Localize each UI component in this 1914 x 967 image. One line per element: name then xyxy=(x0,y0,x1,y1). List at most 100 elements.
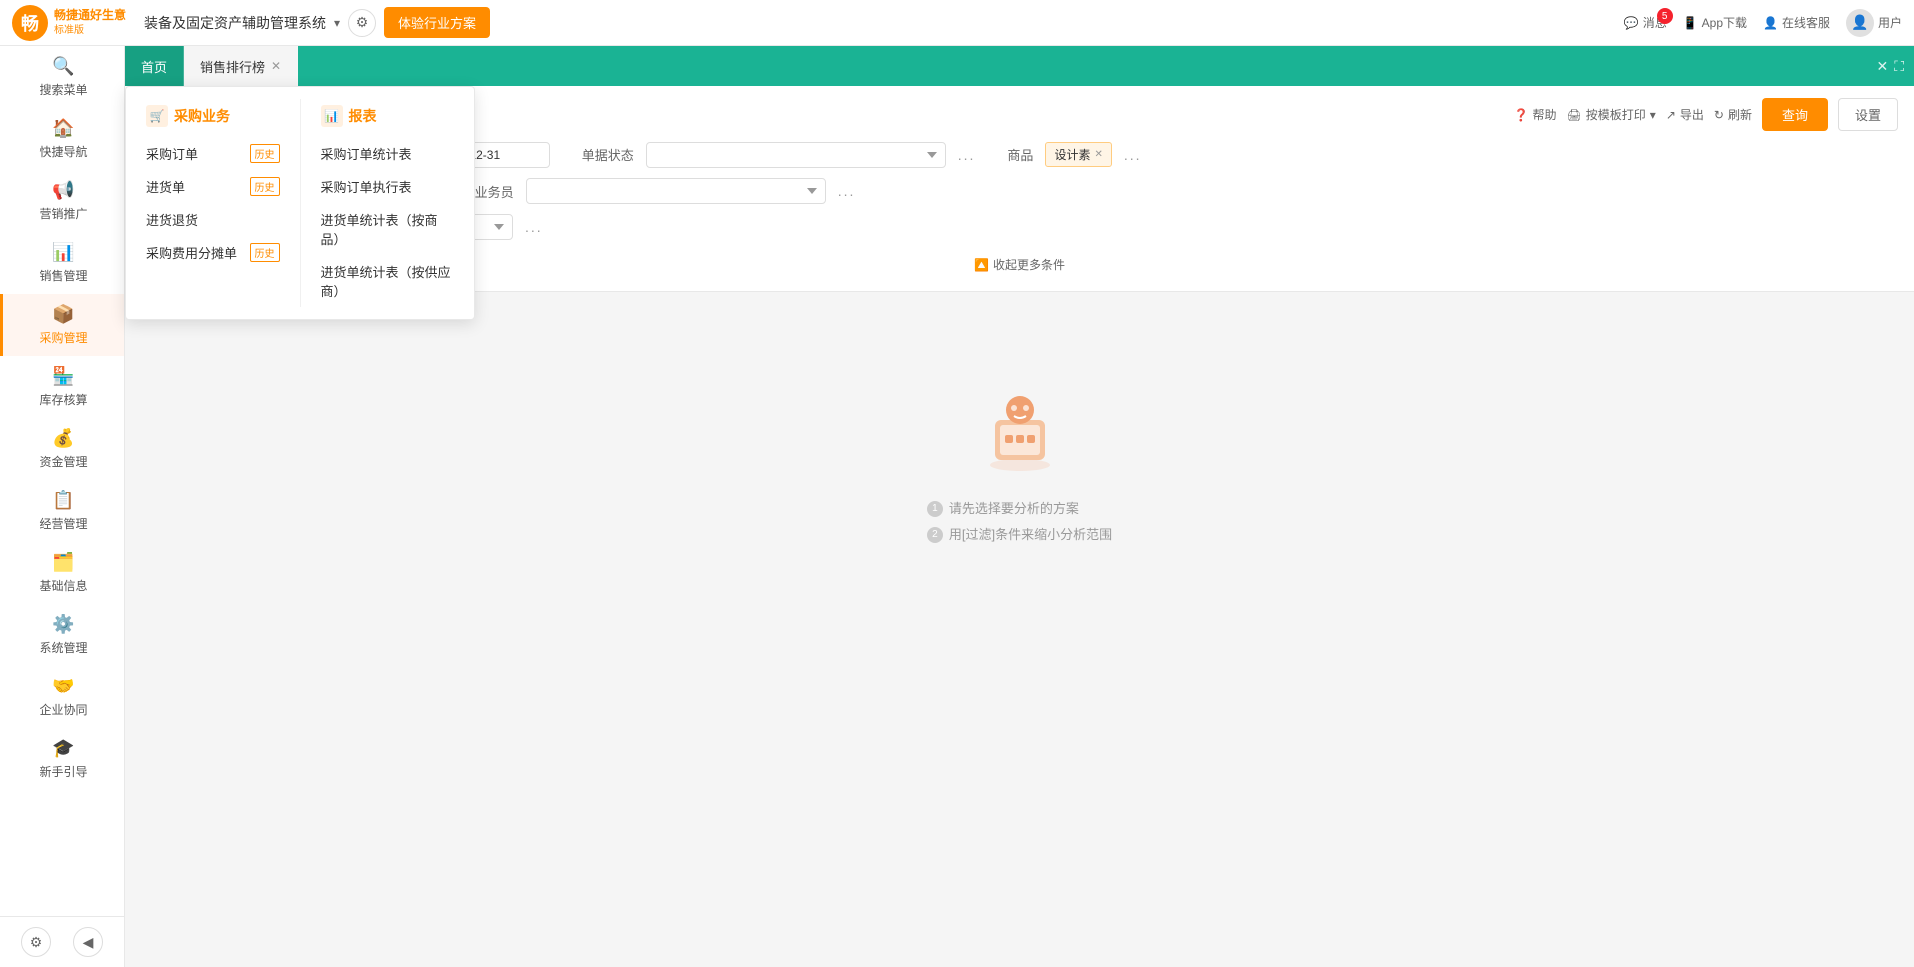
avatar: 👤 xyxy=(1846,9,1874,37)
search-menu-icon: 🔍 xyxy=(52,56,74,77)
sidebar-bottom: ⚙ ◀ xyxy=(0,916,124,967)
dropdown-item-inbound[interactable]: 进货单 历史 xyxy=(138,170,288,203)
tab-close-icon[interactable]: ✕ xyxy=(271,59,281,73)
sidebar-collapse-btn[interactable]: ◀ xyxy=(73,927,103,957)
salesperson-more[interactable]: ... xyxy=(838,183,856,199)
doc-status-more[interactable]: ... xyxy=(958,147,976,163)
dropdown-item-return[interactable]: 进货退货 xyxy=(138,203,288,236)
collapse-label: 收起更多条件 xyxy=(993,256,1065,273)
industry-button[interactable]: 体验行业方案 xyxy=(384,7,490,38)
online-service-action[interactable]: 👤 在线客服 xyxy=(1763,14,1830,31)
toolbar-right: ❓ 帮助 🖨 按模板打印 ▾ ↗ 导出 ↻ xyxy=(1514,98,1898,131)
sidebar-item-marketing[interactable]: 📢 营销推广 xyxy=(0,170,124,232)
service-icon: 👤 xyxy=(1763,16,1778,30)
sidebar-label-sys-mgmt: 系统管理 xyxy=(39,639,87,656)
messages-badge: 5 xyxy=(1657,8,1673,24)
settings-icon-btn[interactable]: ⚙ xyxy=(348,9,376,37)
sidebar-item-inventory[interactable]: 🏪 库存核算 xyxy=(0,356,124,418)
doc-status-select[interactable] xyxy=(646,142,946,168)
app-download-label: App下载 xyxy=(1702,14,1747,31)
help-btn[interactable]: ❓ 帮助 xyxy=(1514,106,1557,123)
sidebar-label-capital: 资金管理 xyxy=(39,453,87,470)
tab-home[interactable]: 首页 xyxy=(125,46,184,86)
goods-tag-close[interactable]: ✕ xyxy=(1094,149,1102,160)
expense-history-tag: 历史 xyxy=(250,243,280,262)
dropdown-item-purchase-order[interactable]: 采购订单 历史 xyxy=(138,137,288,170)
purchase-col-header: 🛒 采购业务 xyxy=(138,99,288,133)
help-icon: ❓ xyxy=(1514,108,1529,122)
expense-label: 采购费用分摊单 xyxy=(146,243,237,262)
empty-illustration xyxy=(970,380,1070,480)
reports-col-title: 报表 xyxy=(349,106,377,126)
mobile-icon: 📱 xyxy=(1683,16,1698,30)
sidebar-item-basic-info[interactable]: 🗂️ 基础信息 xyxy=(0,542,124,604)
dropdown-item-inbound-stats-goods[interactable]: 进货单统计表（按商品） xyxy=(313,203,463,255)
sidebar-label-purchase: 采购管理 xyxy=(39,329,87,346)
export-icon: ↗ xyxy=(1666,108,1676,122)
tab-sales-ranking[interactable]: 销售排行榜 ✕ xyxy=(184,46,298,86)
top-header: 畅 畅捷通好生意 标准版 装备及固定资产辅助管理系统 ▾ ⚙ 体验行业方案 💬 … xyxy=(0,0,1914,46)
export-btn[interactable]: ↗ 导出 xyxy=(1666,106,1704,123)
newbie-icon: 🎓 xyxy=(52,738,74,759)
goods-more[interactable]: ... xyxy=(1124,147,1142,163)
collapse-arrow-icon: 🔼 xyxy=(974,258,989,272)
query-button[interactable]: 查询 xyxy=(1762,98,1828,131)
print-btn[interactable]: 🖨 按模板打印 ▾ xyxy=(1567,106,1656,123)
sales-ranking-tab-label: 销售排行榜 xyxy=(200,57,265,76)
refresh-btn[interactable]: ↻ 刷新 xyxy=(1714,106,1752,123)
empty-tips: 1 请先选择要分析的方案 2 用[过滤]条件来缩小分析范围 xyxy=(927,496,1112,548)
order-stats-label: 采购订单统计表 xyxy=(321,144,412,163)
user-action[interactable]: 👤 用户 xyxy=(1846,9,1902,37)
order-exec-label: 采购订单执行表 xyxy=(321,177,412,196)
sidebar-item-quick-nav[interactable]: 🏠 快捷导航 xyxy=(0,108,124,170)
logo-area: 畅 畅捷通好生意 标准版 xyxy=(12,5,126,41)
collapse-btn[interactable]: 🔼 收起更多条件 xyxy=(974,250,1065,279)
dropdown-item-inbound-stats-supplier[interactable]: 进货单统计表（按供应商） xyxy=(313,255,463,307)
purchase-order-label: 采购订单 xyxy=(146,144,198,163)
sidebar-item-operation[interactable]: 📋 经营管理 xyxy=(0,480,124,542)
sidebar-item-newbie[interactable]: 🎓 新手引导 xyxy=(0,728,124,790)
tip-text-2: 用[过滤]条件来缩小分析范围 xyxy=(949,522,1112,548)
refresh-label: 刷新 xyxy=(1728,106,1752,123)
sales-icon: 📊 xyxy=(52,242,74,263)
purchase-icon: 📦 xyxy=(52,304,74,325)
sidebar-item-sys-mgmt[interactable]: ⚙️ 系统管理 xyxy=(0,604,124,666)
dropdown-item-order-stats[interactable]: 采购订单统计表 xyxy=(313,137,463,170)
dropdown-item-order-exec[interactable]: 采购订单执行表 xyxy=(313,170,463,203)
settings-button[interactable]: 设置 xyxy=(1838,98,1898,131)
sidebar-item-enterprise[interactable]: 🤝 企业协同 xyxy=(0,666,124,728)
tip-text-1: 请先选择要分析的方案 xyxy=(949,496,1079,522)
tab-close-all-icon[interactable]: ✕ xyxy=(1876,58,1888,75)
sidebar-label-newbie: 新手引导 xyxy=(39,763,87,780)
operation-icon: 📋 xyxy=(52,490,74,511)
refresh-icon: ↻ xyxy=(1714,108,1724,122)
sidebar-item-search-menu[interactable]: 🔍 搜索菜单 xyxy=(0,46,124,108)
sidebar-label-quick-nav: 快捷导航 xyxy=(39,143,87,160)
sidebar-item-capital[interactable]: 💰 资金管理 xyxy=(0,418,124,480)
sys-mgmt-icon: ⚙️ xyxy=(52,614,74,635)
tab-bar-right: ✕ ⛶ xyxy=(1866,46,1914,86)
doc-status-label: 单据状态 xyxy=(582,145,634,164)
dropdown-item-expense[interactable]: 采购费用分摊单 历史 xyxy=(138,236,288,269)
purchase-dropdown-menu: 🛒 采购业务 采购订单 历史 进货单 历史 进货退货 xyxy=(125,86,475,320)
sidebar-item-purchase[interactable]: 📦 采购管理 xyxy=(0,294,124,356)
customer-more[interactable]: ... xyxy=(525,219,543,235)
sidebar-settings-btn[interactable]: ⚙ xyxy=(21,927,51,957)
messages-action[interactable]: 💬 消息 5 xyxy=(1624,14,1667,31)
dropdown-columns: 🛒 采购业务 采购订单 历史 进货单 历史 进货退货 xyxy=(126,99,474,307)
inbound-label: 进货单 xyxy=(146,177,185,196)
app-download-action[interactable]: 📱 App下载 xyxy=(1683,14,1747,31)
salesperson-select[interactable] xyxy=(526,178,826,204)
goods-label: 商品 xyxy=(1007,145,1033,164)
inbound-stats-goods-label: 进货单统计表（按商品） xyxy=(321,210,455,248)
basic-info-icon: 🗂️ xyxy=(52,552,74,573)
enterprise-icon: 🤝 xyxy=(52,676,74,697)
tip-item-2: 2 用[过滤]条件来缩小分析范围 xyxy=(927,522,1112,548)
logo-icon: 畅 xyxy=(12,5,48,41)
system-dropdown[interactable]: ▾ xyxy=(334,16,340,30)
marketing-icon: 📢 xyxy=(52,180,74,201)
print-icon: 🖨 xyxy=(1567,108,1582,122)
tab-expand-icon[interactable]: ⛶ xyxy=(1894,58,1904,75)
sidebar-item-sales[interactable]: 📊 销售管理 xyxy=(0,232,124,294)
purchase-business-col: 🛒 采购业务 采购订单 历史 进货单 历史 进货退货 xyxy=(126,99,300,307)
